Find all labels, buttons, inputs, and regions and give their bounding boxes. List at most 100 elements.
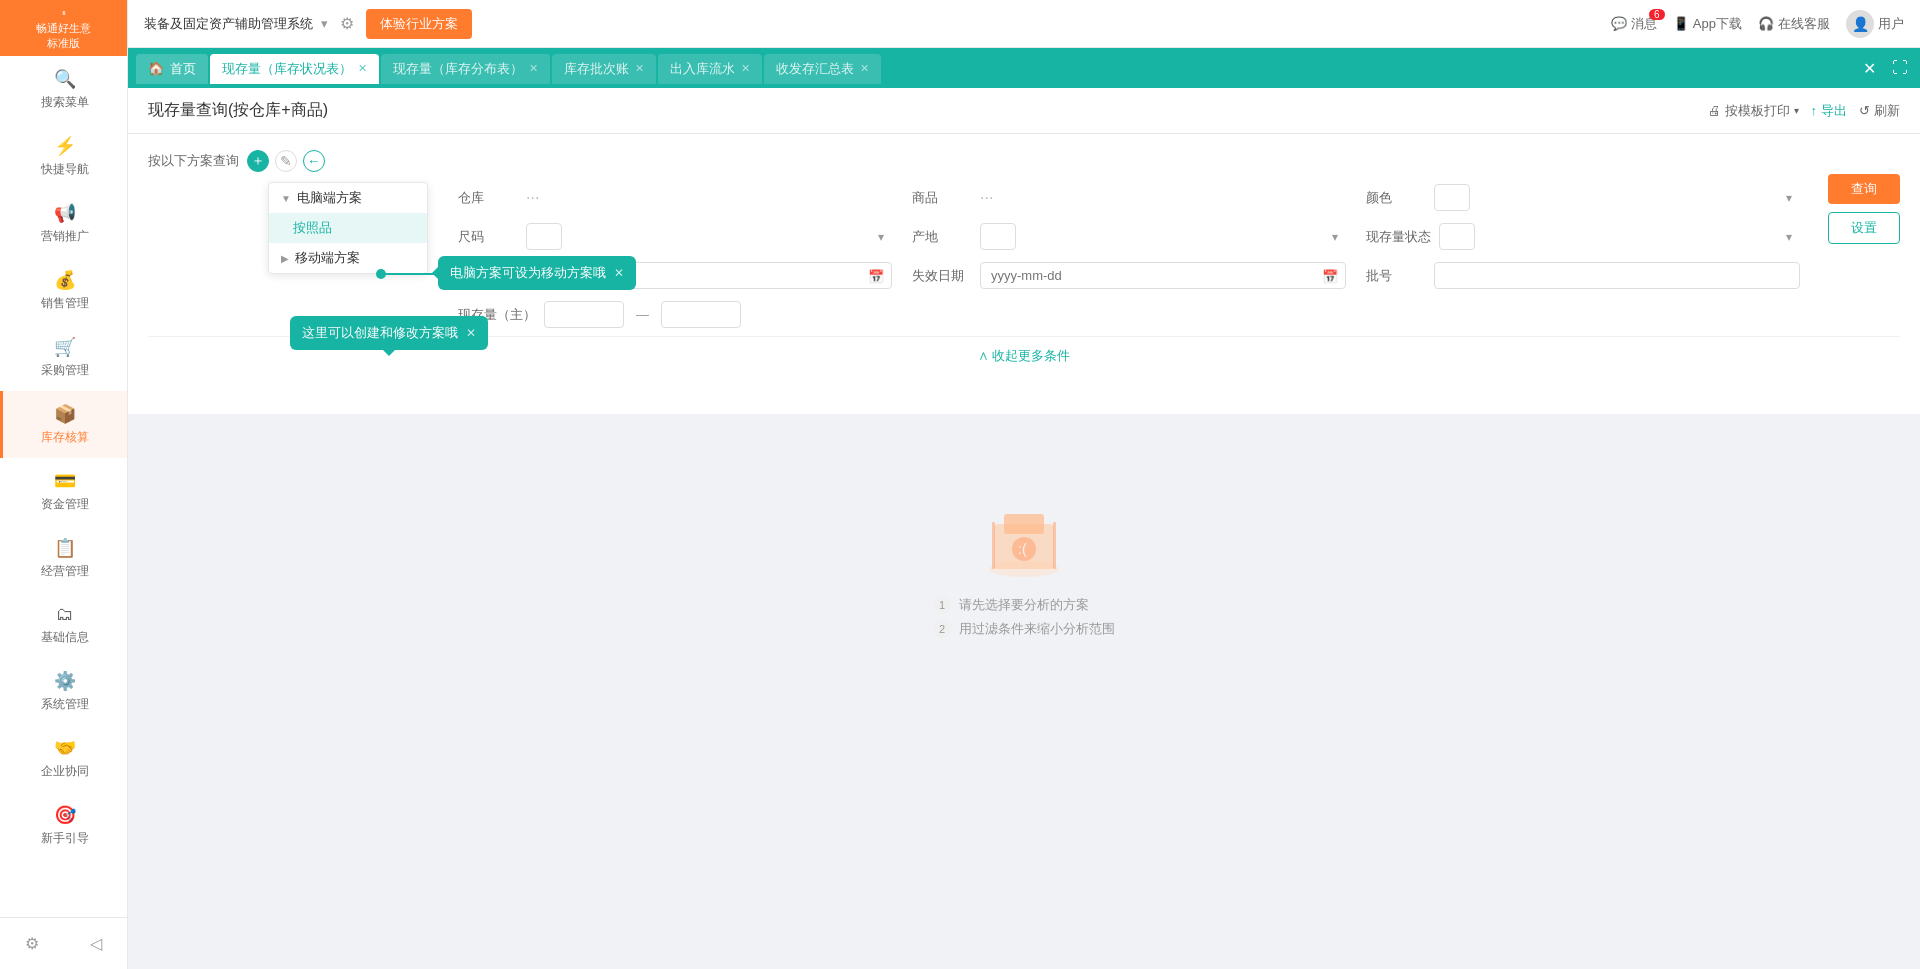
status-select[interactable] [1439, 223, 1475, 250]
search-button[interactable]: 查询 [1828, 174, 1900, 204]
filter-label-goods: 商品 [912, 189, 972, 207]
empty-illustration: :( [974, 494, 1074, 584]
tab-expand-icon[interactable]: ⛶ [1888, 55, 1912, 82]
settings-icon[interactable]: ⚙ [21, 930, 43, 957]
tab-summary[interactable]: 收发存汇总表 ✕ [764, 54, 881, 84]
sidebar-item-marketing[interactable]: 📢 营销推广 [0, 190, 127, 257]
scheme-tree-panel: ▼ 电脑端方案 按照品 ▶ 移动端方案 [268, 182, 428, 274]
refresh-btn[interactable]: ↺ 刷新 [1859, 102, 1900, 120]
tooltip-close-btn[interactable]: ✕ [614, 266, 624, 280]
filter-grid: 仓库 ··· 商品 ··· 颜色 [458, 184, 1900, 328]
filter-row-expire-date: 失效日期 [912, 262, 1346, 289]
tab-flow[interactable]: 出入库流水 ✕ [658, 54, 762, 84]
purchase-icon: 🛒 [54, 336, 76, 358]
tab-close-icon[interactable]: ✕ [529, 62, 538, 75]
page-header: 现存量查询(按仓库+商品) 🖨 按模板打印 ▾ ↑ 导出 ↺ 刷新 [128, 88, 1920, 134]
sidebar-nav: 🔍 搜索菜单 ⚡ 快捷导航 📢 营销推广 💰 销售管理 🛒 采购管理 📦 库存核… [0, 56, 127, 917]
sidebar-item-label: 资金管理 [41, 496, 89, 513]
filter-row-size: 尺码 [458, 223, 892, 250]
content-area: 现存量查询(按仓库+商品) 🖨 按模板打印 ▾ ↑ 导出 ↺ 刷新 [128, 88, 1920, 969]
range-separator: — [636, 307, 649, 322]
filter-row-stock: 现存量（主） — [458, 301, 892, 328]
export-btn[interactable]: ↑ 导出 [1811, 102, 1848, 120]
chevron-down-icon: ▾ [321, 16, 328, 31]
sidebar-item-finance[interactable]: 💳 资金管理 [0, 458, 127, 525]
service-item[interactable]: 🎧 在线客服 [1758, 15, 1830, 33]
tab-close-icon[interactable]: ✕ [358, 62, 367, 75]
size-select-wrapper [526, 223, 892, 250]
finance-icon: 💳 [54, 470, 76, 492]
sidebar-item-basic[interactable]: 🗂 基础信息 [0, 592, 127, 658]
filter-row-status: 现存量状态 [1366, 223, 1800, 250]
tooltip-close-btn[interactable]: ✕ [466, 326, 476, 340]
filter-label-warehouse: 仓库 [458, 189, 518, 207]
tab-close-icon[interactable]: ✕ [860, 62, 869, 75]
tooltip-scheme-mobile: 电脑方案可设为移动方案哦 ✕ [438, 256, 636, 290]
sidebar-item-collab[interactable]: 🤝 企业协同 [0, 725, 127, 792]
edit-scheme-btn[interactable]: ✎ [275, 150, 297, 172]
tab-close-all-icon[interactable]: ✕ [1859, 55, 1880, 82]
sidebar-item-label: 搜索菜单 [41, 94, 89, 111]
collapse-icon[interactable]: ◁ [86, 930, 106, 957]
gear-icon[interactable]: ⚙ [340, 14, 354, 33]
sidebar-item-nav[interactable]: ⚡ 快捷导航 [0, 123, 127, 190]
message-badge: 6 [1649, 9, 1665, 20]
filter-row-color: 颜色 [1366, 184, 1800, 211]
svg-rect-7 [992, 522, 995, 569]
collab-icon: 🤝 [54, 737, 76, 759]
tree-item-desktop-sub1[interactable]: 按照品 [269, 213, 427, 243]
topbar-system: 装备及固定资产辅助管理系统 ▾ [144, 15, 328, 33]
user-label: 用户 [1878, 15, 1904, 33]
size-select[interactable] [526, 223, 562, 250]
tab-label: 首页 [170, 60, 196, 78]
sidebar-item-sales[interactable]: 💰 销售管理 [0, 257, 127, 324]
sidebar-item-purchase[interactable]: 🛒 采购管理 [0, 324, 127, 391]
tab-inventory-dist[interactable]: 现存量（库存分布表） ✕ [381, 54, 550, 84]
chevron-icon: ▾ [1794, 105, 1799, 116]
sidebar-item-inventory[interactable]: 📦 库存核算 [0, 391, 127, 458]
sidebar-item-system[interactable]: ⚙️ 系统管理 [0, 658, 127, 725]
batch-input[interactable] [1434, 262, 1800, 289]
tree-item-desktop[interactable]: ▼ 电脑端方案 [269, 183, 427, 213]
tab-home[interactable]: 🏠 首页 [136, 54, 208, 84]
tip-num-1: 1 [933, 596, 951, 614]
color-select[interactable] [1434, 184, 1470, 211]
warehouse-more-icon[interactable]: ··· [526, 189, 539, 207]
sidebar-item-search[interactable]: 🔍 搜索菜单 [0, 56, 127, 123]
stock-from-input[interactable] [544, 301, 624, 328]
empty-tips: 1 请先选择要分析的方案 2 用过滤条件来缩小分析范围 [933, 596, 1115, 638]
basic-icon: 🗂 [56, 604, 74, 625]
add-scheme-btn[interactable]: ＋ [247, 150, 269, 172]
system-name: 装备及固定资产辅助管理系统 [144, 15, 313, 33]
filter-row-goods: 商品 ··· [912, 184, 1346, 211]
origin-select[interactable] [980, 223, 1016, 250]
filter-label-size: 尺码 [458, 228, 518, 246]
sidebar-item-label: 快捷导航 [41, 161, 89, 178]
sidebar-item-guide[interactable]: 🎯 新手引导 [0, 792, 127, 859]
tree-item-mobile[interactable]: ▶ 移动端方案 [269, 243, 427, 273]
sidebar-item-management[interactable]: 📋 经营管理 [0, 525, 127, 592]
back-scheme-btn[interactable]: ← [303, 150, 325, 172]
filter-row-batch: 批号 [1366, 262, 1800, 289]
stock-to-input[interactable] [661, 301, 741, 328]
message-badge-item[interactable]: 💬 6 消息 [1611, 15, 1657, 33]
dot-node [376, 269, 386, 279]
tab-close-icon[interactable]: ✕ [741, 62, 750, 75]
expire-date-input[interactable] [980, 262, 1346, 289]
app-download-item[interactable]: 📱 App下载 [1673, 15, 1742, 33]
chevron-up-icon: ∧ [978, 348, 989, 363]
topbar-right: 💬 6 消息 📱 App下载 🎧 在线客服 👤 用户 [1611, 10, 1904, 38]
user-item[interactable]: 👤 用户 [1846, 10, 1904, 38]
industry-btn[interactable]: 体验行业方案 [366, 9, 472, 39]
message-icon: 💬 [1611, 16, 1627, 31]
filter-label-color: 颜色 [1366, 189, 1426, 207]
tab-label: 现存量（库存分布表） [393, 60, 523, 78]
tab-batch-account[interactable]: 库存批次账 ✕ [552, 54, 656, 84]
sidebar-item-label: 采购管理 [41, 362, 89, 379]
tab-close-icon[interactable]: ✕ [635, 62, 644, 75]
status-select-wrapper [1439, 223, 1800, 250]
goods-more-icon[interactable]: ··· [980, 189, 993, 207]
print-btn[interactable]: 🖨 按模板打印 ▾ [1708, 102, 1799, 120]
reset-button[interactable]: 设置 [1828, 212, 1900, 244]
tab-inventory-status[interactable]: 现存量（库存状况表） ✕ [210, 54, 379, 84]
